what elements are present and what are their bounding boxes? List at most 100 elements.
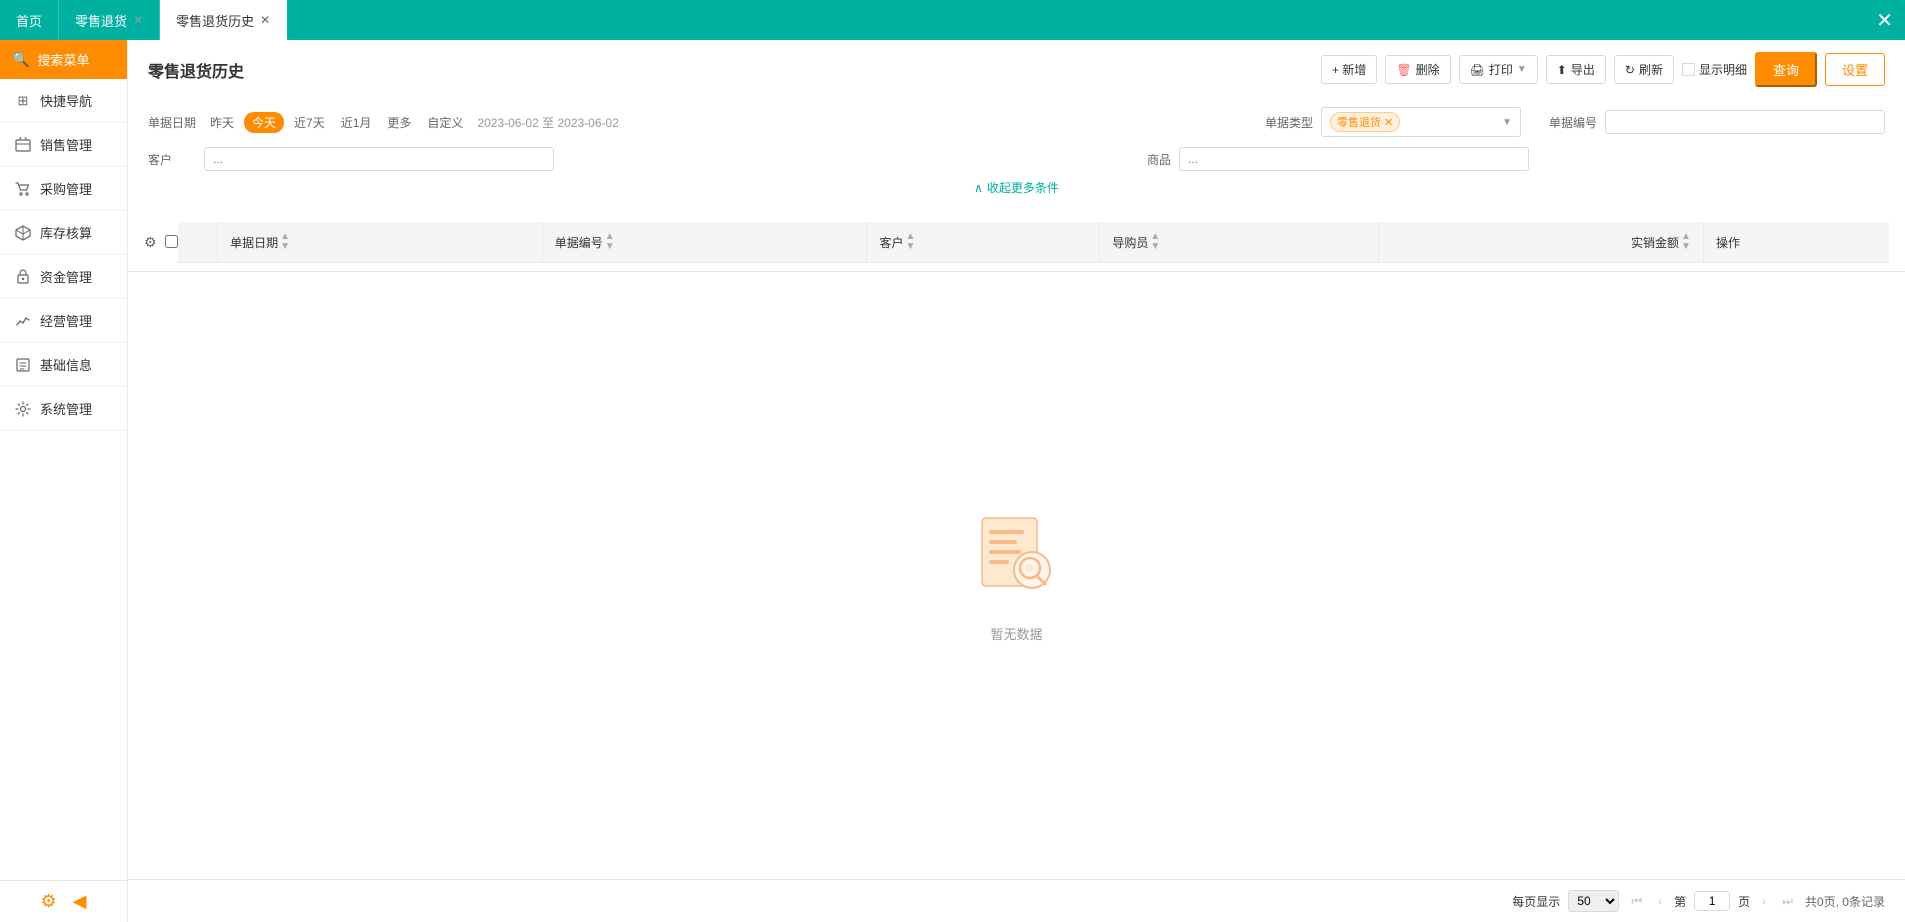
delete-button[interactable]: 🗑 删除 [1385,55,1450,84]
date-label: 单据日期 [148,114,204,131]
tab2-close[interactable]: ✕ [260,13,270,27]
grid-icon: ⊞ [14,92,32,110]
filter-row-1: 单据日期 昨天 今天 近7天 近1月 更多 自定义 2023-06-02 至 2… [148,107,1885,137]
sort-amount[interactable]: 实销金额 ▲▼ [1391,232,1691,252]
col-amount: 实销金额 ▲▼ [1379,222,1704,263]
window-close-button[interactable]: ✕ [1864,8,1905,33]
print-button[interactable]: 🖨 打印 ▼ [1459,55,1538,84]
per-page-select[interactable]: 50 10 20 100 [1568,890,1619,912]
date-options: 昨天 今天 近7天 近1月 更多 自定义 2023-06-02 至 2023-0… [204,112,619,133]
page-title: 零售退货历史 [148,58,244,82]
system-icon [14,400,32,418]
new-button[interactable]: + 新增 [1321,55,1377,84]
sort-customer[interactable]: 客户 ▲▼ [879,232,1087,252]
search-menu-button[interactable]: 🔍 搜索菜单 [0,40,127,79]
type-tag-close[interactable]: ✕ [1384,116,1393,129]
table-section: ⚙ 单据日期 ▲▼ [128,214,1905,879]
sidebar-item-quick-nav[interactable]: ⊞ 快捷导航 [0,79,127,123]
sidebar-item-inventory[interactable]: 库存核算 [0,211,127,255]
display-detail-toggle[interactable]: 显示明细 [1682,61,1747,78]
export-icon: ⬆ [1557,63,1567,77]
collapse-row: ∧ 收起更多条件 [148,171,1885,204]
sidebar-item-finance[interactable]: 资金管理 [0,255,127,299]
top-bar: 首页 零售退货 ✕ 零售退货历史 ✕ ✕ [0,0,1905,40]
sales-icon [14,136,32,154]
tab-retail-return-history[interactable]: 零售退货历史 ✕ [160,0,287,40]
query-button[interactable]: 查询 [1755,52,1817,87]
type-selector[interactable]: 零售退货 ✕ ▼ [1321,107,1521,137]
data-table: 单据日期 ▲▼ 单据编号 ▲▼ [178,222,1889,263]
select-all-checkbox[interactable] [165,235,178,248]
type-label: 单据类型 [1253,114,1313,131]
sidebar-item-operation[interactable]: 经营管理 [0,299,127,343]
search-icon: 🔍 [12,51,29,68]
table-settings-icon[interactable]: ⚙ [144,234,157,251]
content-area: 零售退货历史 + 新增 🗑 删除 🖨 打印 ▼ ⬆ [128,40,1905,922]
sort-guide[interactable]: 导购员 ▲▼ [1112,232,1366,252]
purchase-icon [14,180,32,198]
finance-icon [14,268,32,286]
goods-label: 商品 [1131,151,1171,168]
setting-button[interactable]: 设置 [1825,53,1885,86]
date-btn-1month[interactable]: 近1月 [335,112,378,133]
goods-input[interactable] [1179,147,1529,171]
next-page-button[interactable]: › [1758,892,1770,910]
top-tabs: 首页 零售退货 ✕ 零售退货历史 ✕ [0,0,1864,40]
date-btn-custom[interactable]: 自定义 [421,112,469,133]
sidebar: 🔍 搜索菜单 ⊞ 快捷导航 销售管理 采购管理 [0,40,128,922]
tab-retail-return[interactable]: 零售退货 ✕ [59,0,160,40]
sort-icon-amount: ▲▼ [1681,232,1691,252]
sidebar-item-sales-mgmt[interactable]: 销售管理 [0,123,127,167]
export-button[interactable]: ⬆ 导出 [1546,55,1606,84]
collapse-sidebar-button[interactable]: ◀ [73,891,87,912]
display-checkbox[interactable] [1682,63,1695,76]
refresh-button[interactable]: ↻ 刷新 [1614,55,1674,84]
sort-icon-customer: ▲▼ [905,232,915,252]
date-btn-more[interactable]: 更多 [381,112,417,133]
filter-area: 单据日期 昨天 今天 近7天 近1月 更多 自定义 2023-06-02 至 2… [128,97,1905,214]
sort-date[interactable]: 单据日期 ▲▼ [230,232,530,252]
sidebar-bottom: ⚙ ◀ [0,880,127,922]
sidebar-nav: ⊞ 快捷导航 销售管理 采购管理 库存核算 [0,79,127,880]
tab-home[interactable]: 首页 [0,0,59,40]
customer-input[interactable] [204,147,554,171]
first-page-button[interactable]: ⏮ [1627,892,1646,911]
sort-icon-date: ▲▼ [280,232,290,252]
sidebar-item-system-mgmt[interactable]: 系统管理 [0,387,127,431]
page-number-input[interactable] [1694,891,1730,911]
filter-row-2: 客户 商品 [148,147,1885,171]
col-customer: 客户 ▲▼ [867,222,1100,263]
toolbar: + 新增 🗑 删除 🖨 打印 ▼ ⬆ 导出 [1321,52,1885,87]
table-toolbar: ⚙ 单据日期 ▲▼ [128,214,1905,272]
last-page-button[interactable]: ⏭ [1778,892,1797,911]
print-icon: 🖨 [1470,63,1485,77]
empty-icon [967,508,1067,608]
empty-text: 暂无数据 [990,624,1042,643]
pagination: 每页显示 50 10 20 100 ⏮ ‹ 第 页 › ⏭ 共0页, 0条记录 [128,879,1905,922]
basic-info-icon [14,356,32,374]
sort-icon-number: ▲▼ [605,232,615,252]
sort-icon-guide: ▲▼ [1150,232,1160,252]
sort-number[interactable]: 单据编号 ▲▼ [555,232,855,252]
type-tag[interactable]: 零售退货 ✕ [1330,112,1400,132]
main-layout: 🔍 搜索菜单 ⊞ 快捷导航 销售管理 采购管理 [0,40,1905,922]
inventory-icon [14,224,32,242]
chevron-up-icon: ∧ [974,181,983,195]
date-btn-yesterday[interactable]: 昨天 [204,112,240,133]
number-input[interactable] [1605,110,1885,134]
sidebar-item-basic-info[interactable]: 基础信息 [0,343,127,387]
prev-page-button[interactable]: ‹ [1654,892,1666,910]
type-dropdown-arrow: ▼ [1502,117,1512,128]
empty-state: 暂无数据 [128,272,1905,879]
date-btn-7days[interactable]: 近7天 [288,112,331,133]
refresh-icon: ↻ [1625,63,1635,77]
tab1-close[interactable]: ✕ [133,13,143,27]
page-summary: 共0页, 0条记录 [1805,893,1885,910]
delete-icon: 🗑 [1396,63,1411,77]
col-action: 操作 [1703,222,1889,263]
date-btn-today[interactable]: 今天 [244,112,284,133]
collapse-button[interactable]: ∧ 收起更多条件 [962,175,1071,200]
sidebar-item-purchase-mgmt[interactable]: 采购管理 [0,167,127,211]
settings-bottom-button[interactable]: ⚙ [41,891,57,912]
col-guide: 导购员 ▲▼ [1100,222,1379,263]
